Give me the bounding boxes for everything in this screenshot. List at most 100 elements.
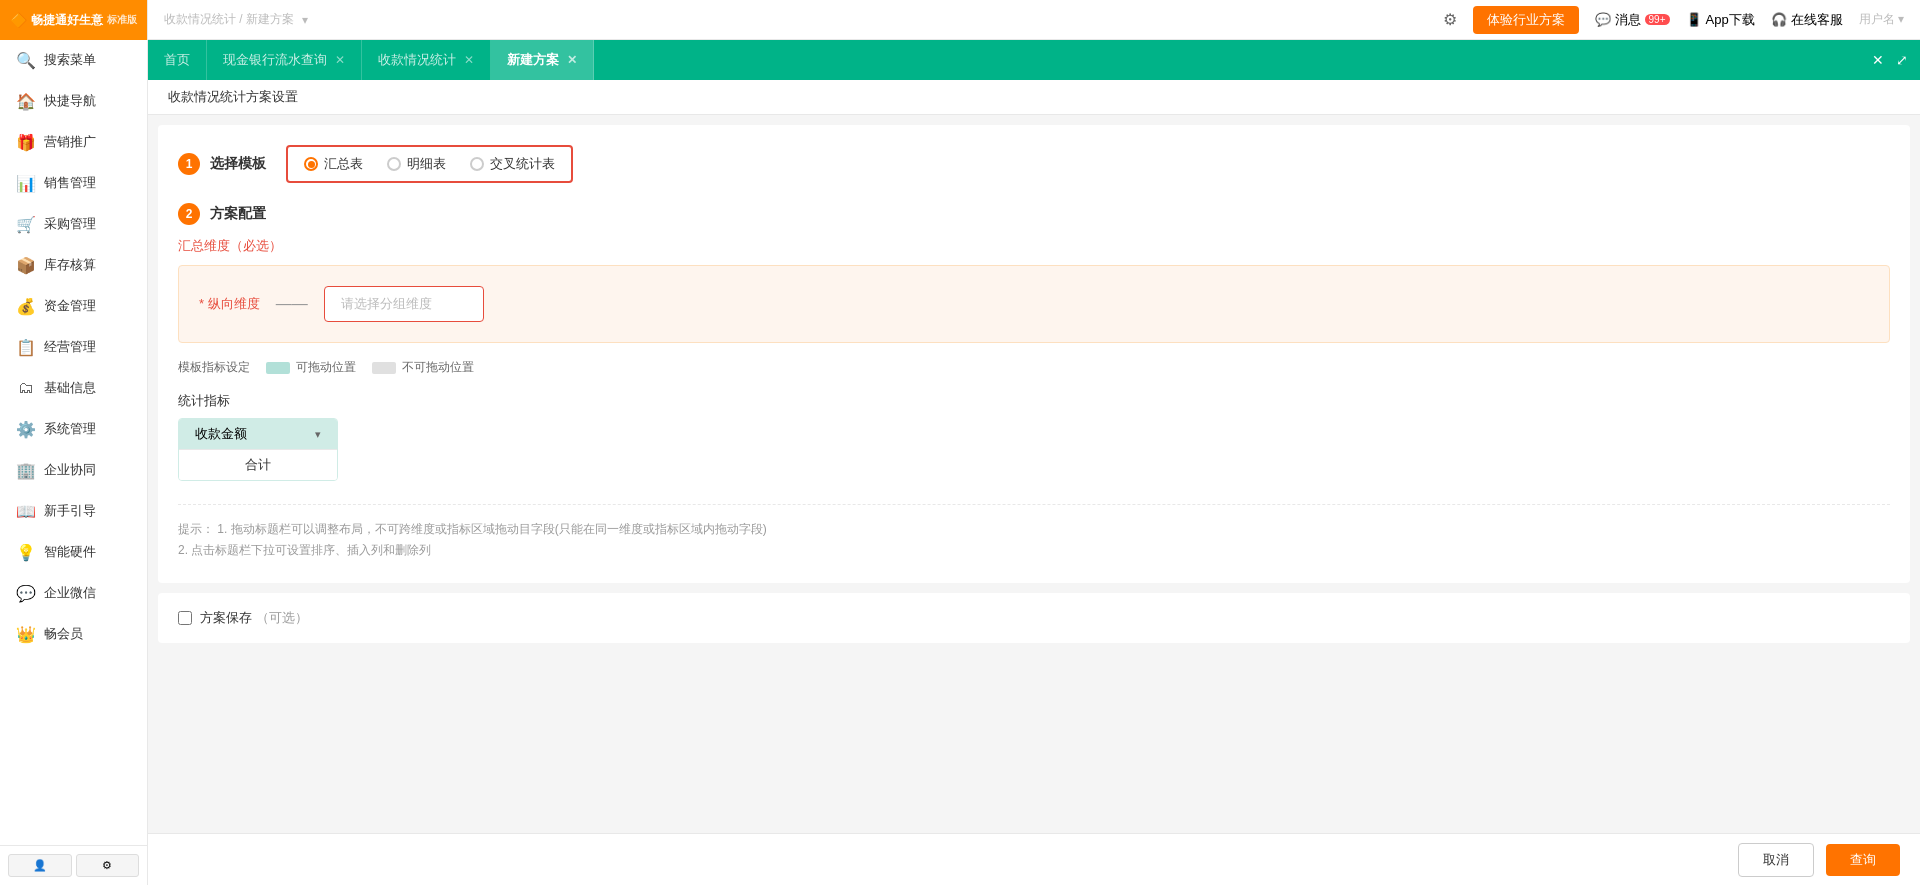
- footer-bar: 取消 查询: [148, 833, 1920, 885]
- dimension-arrow: ——: [276, 295, 308, 313]
- tab-bar-right: ✕ ⤢: [1860, 40, 1920, 80]
- sidebar-item-quick-nav[interactable]: 🏠 快捷导航: [0, 81, 147, 122]
- support-area[interactable]: 🎧 在线客服: [1771, 11, 1843, 29]
- sidebar-item-smart-hw[interactable]: 💡 智能硬件: [0, 532, 147, 573]
- basic-info-icon: 🗂: [16, 378, 36, 398]
- tab-receipt-stats-close[interactable]: ✕: [464, 53, 474, 67]
- metrics-section-label: 统计指标: [178, 392, 1890, 410]
- page-title: 收款情况统计方案设置: [168, 89, 298, 104]
- sidebar-item-wechat[interactable]: 💬 企业微信: [0, 573, 147, 614]
- metrics-grid-header[interactable]: 收款金额 ▾: [179, 419, 337, 449]
- template-radio-group: 汇总表 明细表 交叉统计表: [286, 145, 573, 183]
- maximize-icon[interactable]: ⤢: [1896, 52, 1908, 68]
- enterprise-icon: 🏢: [16, 460, 36, 480]
- tab-cashflow-close[interactable]: ✕: [335, 53, 345, 67]
- sidebar-item-guide[interactable]: 📖 新手引导: [0, 491, 147, 532]
- sidebar-item-operations[interactable]: 📋 经营管理: [0, 327, 147, 368]
- sidebar-item-label: 系统管理: [44, 420, 96, 438]
- metrics-header-label: 收款金额: [195, 425, 247, 443]
- save-section: 方案保存 （可选）: [158, 593, 1910, 643]
- sidebar-item-search-menu[interactable]: 🔍 搜索菜单: [0, 40, 147, 81]
- radio-cross[interactable]: 交叉统计表: [470, 155, 555, 173]
- close-window-icon[interactable]: ✕: [1872, 52, 1884, 68]
- step1-badge: 1: [178, 153, 200, 175]
- save-label-text: 方案保存: [200, 610, 252, 625]
- sidebar-item-label: 智能硬件: [44, 543, 96, 561]
- tab-new-plan-close[interactable]: ✕: [567, 53, 577, 67]
- tab-receipt-stats-label: 收款情况统计: [378, 51, 456, 69]
- sidebar-item-system[interactable]: ⚙️ 系统管理: [0, 409, 147, 450]
- dimension-input[interactable]: 请选择分组维度: [324, 286, 484, 322]
- support-icon: 🎧: [1771, 12, 1787, 27]
- chevron-down-icon: ▾: [302, 13, 308, 27]
- sidebar-item-inventory[interactable]: 📦 库存核算: [0, 245, 147, 286]
- sidebar-item-label: 企业协同: [44, 461, 96, 479]
- radio-summary-circle: [304, 157, 318, 171]
- save-label: 方案保存 （可选）: [200, 609, 308, 627]
- sidebar-item-label: 销售管理: [44, 174, 96, 192]
- logo-icon: 🔶: [10, 12, 27, 28]
- sidebar-item-sales[interactable]: 📊 销售管理: [0, 163, 147, 204]
- app-name: 畅捷通好生意: [31, 12, 103, 29]
- save-checkbox[interactable]: [178, 611, 192, 625]
- sidebar-item-member[interactable]: 👑 畅会员: [0, 614, 147, 655]
- inventory-icon: 📦: [16, 255, 36, 275]
- sidebar-item-label: 采购管理: [44, 215, 96, 233]
- system-icon: ⚙️: [16, 419, 36, 439]
- gear-icon[interactable]: ⚙: [1443, 10, 1457, 29]
- dimension-area: 纵向维度 —— 请选择分组维度: [178, 265, 1890, 343]
- legend-fixed: 不可拖动位置: [372, 359, 474, 376]
- chevron-down-icon: ▾: [315, 428, 321, 441]
- radio-detail-circle: [387, 157, 401, 171]
- tab-bar: 首页 现金银行流水查询 ✕ 收款情况统计 ✕ 新建方案 ✕ ✕ ⤢: [148, 40, 1920, 80]
- sidebar-item-purchase[interactable]: 🛒 采购管理: [0, 204, 147, 245]
- sidebar-item-label: 营销推广: [44, 133, 96, 151]
- legend-draggable-label: 可拖动位置: [296, 359, 356, 376]
- step2-row: 2 方案配置: [178, 203, 1890, 225]
- sidebar-btn1[interactable]: 👤: [8, 854, 72, 877]
- tab-new-plan[interactable]: 新建方案 ✕: [491, 40, 594, 80]
- step1-label: 选择模板: [210, 155, 266, 173]
- tip1: 提示： 1. 拖动标题栏可以调整布局，不可跨维度或指标区域拖动目字段(只能在同一…: [178, 521, 1890, 538]
- tip2: 2. 点击标题栏下拉可设置排序、插入列和删除列: [178, 542, 1890, 559]
- sidebar-item-basic-info[interactable]: 🗂 基础信息: [0, 368, 147, 409]
- legend-fixed-box: [372, 362, 396, 374]
- tab-home[interactable]: 首页: [148, 40, 207, 80]
- content-area: 收款情况统计方案设置 1 选择模板 汇总表 明细表: [148, 80, 1920, 833]
- radio-summary[interactable]: 汇总表: [304, 155, 363, 173]
- legend-draggable-box: [266, 362, 290, 374]
- purchase-icon: 🛒: [16, 214, 36, 234]
- step2-label: 方案配置: [210, 205, 266, 223]
- sidebar-item-enterprise[interactable]: 🏢 企业协同: [0, 450, 147, 491]
- metrics-cell-total: 合计: [179, 449, 337, 480]
- tab-receipt-stats[interactable]: 收款情况统计 ✕: [362, 40, 491, 80]
- sidebar-item-finance[interactable]: 💰 资金管理: [0, 286, 147, 327]
- sidebar-btn2[interactable]: ⚙: [76, 854, 140, 877]
- query-button[interactable]: 查询: [1826, 844, 1900, 876]
- download-icon: 📱: [1686, 12, 1702, 27]
- page-title-bar: 收款情况统计方案设置: [148, 80, 1920, 115]
- step2-badge: 2: [178, 203, 200, 225]
- save-optional: （可选）: [256, 610, 308, 625]
- sidebar-item-marketing[interactable]: 🎁 营销推广: [0, 122, 147, 163]
- tab-new-plan-label: 新建方案: [507, 51, 559, 69]
- config-section: 汇总维度（必选） 纵向维度 —— 请选择分组维度 模板指标设定: [178, 237, 1890, 559]
- wechat-icon: 💬: [16, 583, 36, 603]
- cancel-button[interactable]: 取消: [1738, 843, 1814, 877]
- tips-section: 提示： 1. 拖动标题栏可以调整布局，不可跨维度或指标区域拖动目字段(只能在同一…: [178, 504, 1890, 559]
- metrics-grid: 收款金额 ▾ 合计: [178, 418, 338, 481]
- user-avatar[interactable]: 用户名 ▾: [1859, 11, 1904, 28]
- trial-button[interactable]: 体验行业方案: [1473, 6, 1579, 34]
- sidebar-item-label: 搜索菜单: [44, 51, 96, 69]
- download-label: App下载: [1706, 11, 1755, 29]
- sidebar-item-label: 新手引导: [44, 502, 96, 520]
- radio-detail-label: 明细表: [407, 155, 446, 173]
- download-area[interactable]: 📱 App下载: [1686, 11, 1755, 29]
- sidebar-item-label: 经营管理: [44, 338, 96, 356]
- app-edition: 标准版: [107, 13, 137, 27]
- tab-cashflow[interactable]: 现金银行流水查询 ✕: [207, 40, 362, 80]
- radio-detail[interactable]: 明细表: [387, 155, 446, 173]
- app-logo: 🔶 畅捷通好生意 标准版: [0, 0, 147, 40]
- notification-area[interactable]: 💬 消息 99+: [1595, 11, 1670, 29]
- smart-hw-icon: 💡: [16, 542, 36, 562]
